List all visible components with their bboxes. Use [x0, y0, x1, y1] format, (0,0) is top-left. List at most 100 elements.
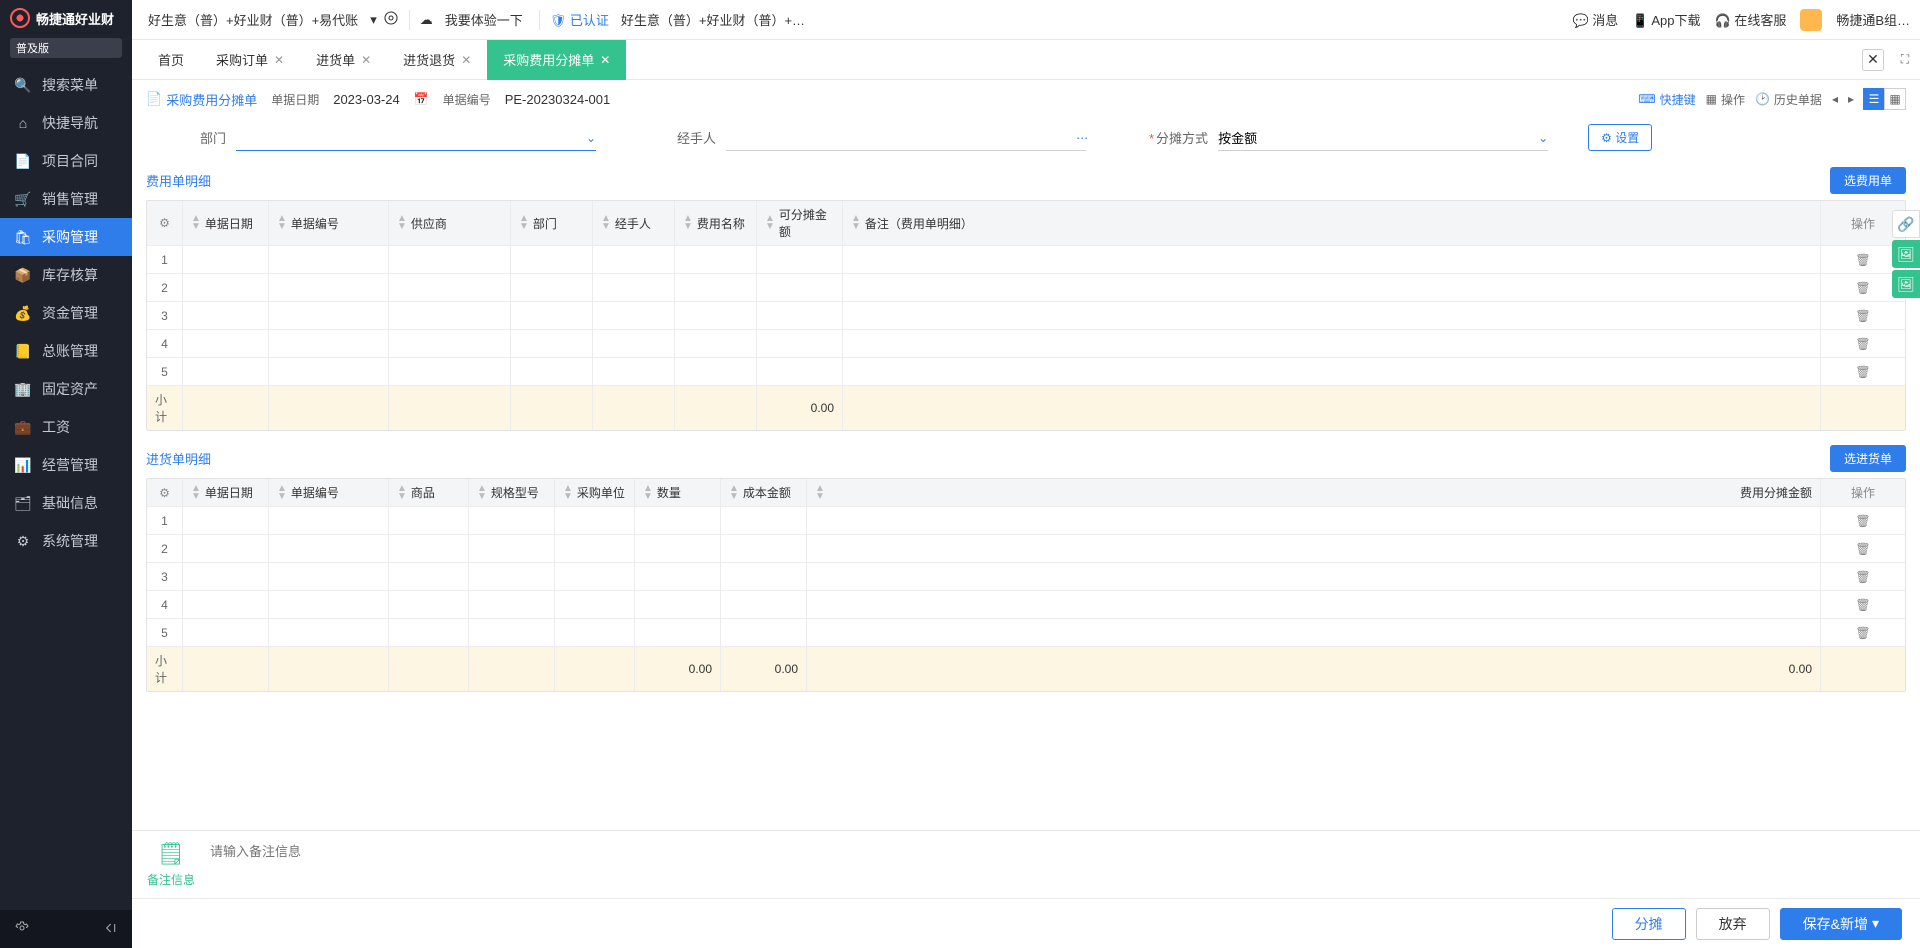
col-header[interactable]: ▲▼备注（费用单明细） [843, 201, 1821, 245]
table-row[interactable]: 5🗑 [147, 358, 1905, 386]
cell[interactable] [389, 330, 511, 357]
cell[interactable] [675, 302, 757, 329]
cell[interactable] [389, 563, 469, 590]
cell[interactable] [757, 302, 843, 329]
cell[interactable] [389, 591, 469, 618]
cell[interactable] [757, 330, 843, 357]
calendar-icon[interactable]: 📅 [414, 92, 429, 106]
cell[interactable] [183, 274, 269, 301]
attachment-icon[interactable]: 🔗 [1892, 210, 1920, 238]
sidebar-item-6[interactable]: 💰资金管理 [0, 294, 132, 332]
cell[interactable] [757, 274, 843, 301]
save-new-button[interactable]: 保存&新增 ▾ [1780, 908, 1902, 940]
col-header[interactable]: ▲▼商品 [389, 479, 469, 506]
select-stock-button[interactable]: 选进货单 [1830, 445, 1906, 472]
hotkey-link[interactable]: ⌨ 快捷键 [1638, 91, 1695, 108]
table-settings-icon[interactable]: ⚙ [147, 201, 183, 245]
dept-input[interactable] [236, 125, 596, 151]
delete-row-icon[interactable]: 🗑 [1821, 591, 1905, 618]
sort-icon[interactable]: ▲▼ [397, 485, 407, 501]
date-value[interactable]: 2023-03-24 [333, 92, 400, 107]
cell[interactable] [389, 274, 511, 301]
view-list-button[interactable]: ☰ [1863, 88, 1885, 110]
col-header[interactable]: ▲▼单据日期 [183, 201, 269, 245]
cell[interactable] [269, 358, 389, 385]
handler-input[interactable] [726, 125, 1086, 151]
col-header[interactable]: ▲▼数量 [635, 479, 721, 506]
cell[interactable] [269, 591, 389, 618]
sidebar-item-0[interactable]: 🔍搜索菜单 [0, 66, 132, 104]
cell[interactable] [269, 563, 389, 590]
image-out-icon[interactable]: 🖼 [1892, 270, 1920, 298]
delete-row-icon[interactable]: 🗑 [1821, 535, 1905, 562]
cell[interactable] [511, 330, 593, 357]
cell[interactable] [807, 507, 1821, 534]
cell[interactable] [675, 246, 757, 273]
cell[interactable] [807, 535, 1821, 562]
cell[interactable] [269, 302, 389, 329]
cell[interactable] [675, 358, 757, 385]
delete-row-icon[interactable]: 🗑 [1821, 563, 1905, 590]
cell[interactable] [389, 302, 511, 329]
prev-icon[interactable]: ◂ [1832, 92, 1838, 106]
col-header[interactable]: ▲▼部门 [511, 201, 593, 245]
cell[interactable] [469, 563, 555, 590]
gear-icon[interactable] [383, 10, 399, 29]
col-header[interactable]: ▲▼成本金额 [721, 479, 807, 506]
delete-row-icon[interactable]: 🗑 [1821, 507, 1905, 534]
col-header[interactable]: ▲▼可分摊金额 [757, 201, 843, 245]
cell[interactable] [389, 507, 469, 534]
cell[interactable] [555, 619, 635, 646]
sidebar-item-3[interactable]: 🛒销售管理 [0, 180, 132, 218]
cell[interactable] [721, 619, 807, 646]
cell[interactable] [269, 330, 389, 357]
cell[interactable] [843, 330, 1821, 357]
tab-0[interactable]: 首页 [142, 40, 200, 80]
sort-icon[interactable]: ▲▼ [601, 215, 611, 231]
cell[interactable] [635, 619, 721, 646]
cell[interactable] [635, 535, 721, 562]
col-header[interactable]: ▲▼采购单位 [555, 479, 635, 506]
cell[interactable] [269, 535, 389, 562]
table-row[interactable]: 1🗑 [147, 507, 1905, 535]
cell[interactable] [843, 246, 1821, 273]
cell[interactable] [269, 507, 389, 534]
cell[interactable] [675, 274, 757, 301]
cell[interactable] [389, 246, 511, 273]
tab-2[interactable]: 进货单✕ [300, 40, 387, 80]
chevron-down-icon[interactable]: ▾ [370, 12, 377, 28]
sort-icon[interactable]: ▲▼ [277, 485, 287, 501]
close-icon[interactable]: ✕ [274, 53, 284, 67]
cell[interactable] [269, 274, 389, 301]
select-expense-button[interactable]: 选费用单 [1830, 167, 1906, 194]
cell[interactable] [593, 302, 675, 329]
chevron-down-icon[interactable]: ⌄ [586, 131, 596, 145]
cell[interactable] [593, 274, 675, 301]
table-row[interactable]: 4🗑 [147, 591, 1905, 619]
view-grid-button[interactable]: ▦ [1884, 88, 1906, 110]
sidebar-item-2[interactable]: 📄项目合同 [0, 142, 132, 180]
sort-icon[interactable]: ▲▼ [477, 485, 487, 501]
cell[interactable] [469, 535, 555, 562]
cell[interactable] [183, 591, 269, 618]
cell[interactable] [183, 619, 269, 646]
table-row[interactable]: 2🗑 [147, 535, 1905, 563]
sort-icon[interactable]: ▲▼ [729, 485, 739, 501]
cell[interactable] [807, 619, 1821, 646]
sort-icon[interactable]: ▲▼ [519, 215, 529, 231]
cell[interactable] [269, 246, 389, 273]
cell[interactable] [757, 358, 843, 385]
cell[interactable] [389, 619, 469, 646]
cell[interactable] [807, 563, 1821, 590]
history-link[interactable]: 🕑 历史单据 [1755, 91, 1822, 108]
cell[interactable] [555, 591, 635, 618]
allocate-button[interactable]: 分摊 [1612, 908, 1686, 940]
cell[interactable] [635, 563, 721, 590]
sidebar-item-8[interactable]: 🏢固定资产 [0, 370, 132, 408]
cell[interactable] [183, 246, 269, 273]
col-header[interactable]: ▲▼单据日期 [183, 479, 269, 506]
cell[interactable] [469, 591, 555, 618]
cell[interactable] [511, 274, 593, 301]
sidebar-item-12[interactable]: ⚙系统管理 [0, 522, 132, 560]
cell[interactable] [511, 358, 593, 385]
